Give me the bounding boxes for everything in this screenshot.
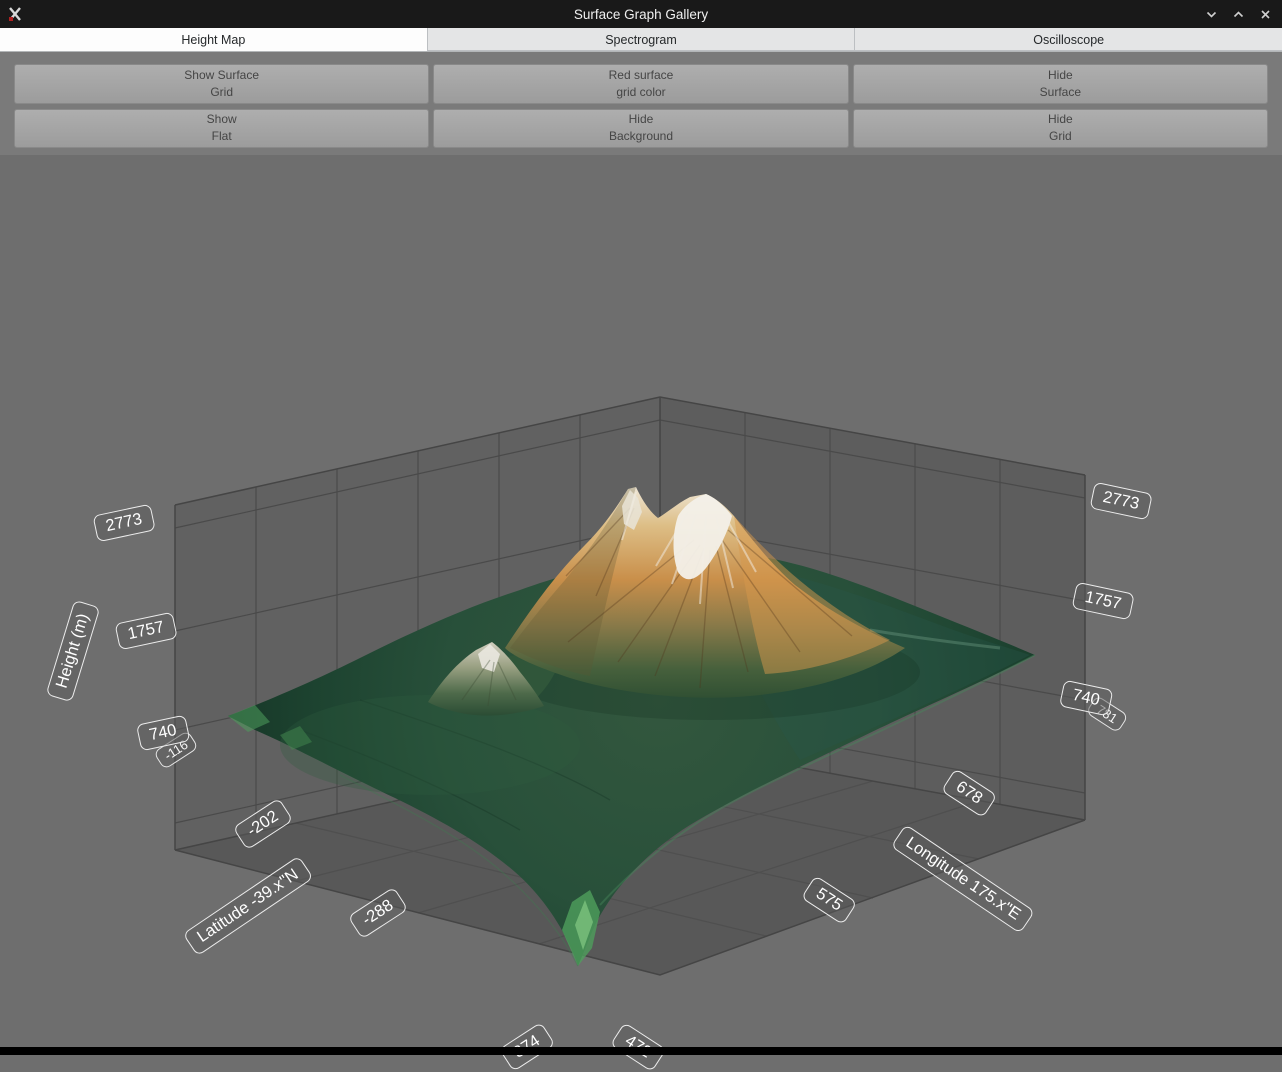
button-label: Flat bbox=[212, 128, 232, 145]
red-surface-grid-color-button[interactable]: Red surface grid color bbox=[433, 64, 848, 104]
button-label: Grid bbox=[210, 84, 233, 101]
surface-3d-render bbox=[0, 155, 1282, 1055]
surface-3d-viewport[interactable] bbox=[0, 155, 1282, 1055]
button-label: Grid bbox=[1049, 128, 1072, 145]
window-maximize-button[interactable] bbox=[1231, 7, 1245, 21]
button-label: Show bbox=[207, 111, 237, 128]
button-label: grid color bbox=[616, 84, 665, 101]
button-label: Hide bbox=[629, 111, 654, 128]
button-label: Background bbox=[609, 128, 673, 145]
tab-height-map[interactable]: Height Map bbox=[0, 28, 428, 51]
show-flat-button[interactable]: Show Flat bbox=[14, 109, 429, 149]
window-title: Surface Graph Gallery bbox=[0, 7, 1282, 22]
app-icon bbox=[7, 6, 23, 22]
window-titlebar[interactable]: Surface Graph Gallery bbox=[0, 0, 1282, 28]
close-icon bbox=[1259, 8, 1272, 21]
hide-background-button[interactable]: Hide Background bbox=[433, 109, 848, 149]
tab-bar: Height Map Spectrogram Oscilloscope bbox=[0, 28, 1282, 52]
control-button-panel: Show Surface Grid Red surface grid color… bbox=[0, 52, 1282, 155]
button-label: Show Surface bbox=[184, 67, 259, 84]
chevron-up-icon bbox=[1232, 8, 1245, 21]
button-label: Red surface bbox=[609, 67, 674, 84]
window-close-button[interactable] bbox=[1258, 7, 1272, 21]
hide-grid-button[interactable]: Hide Grid bbox=[853, 109, 1268, 149]
chevron-down-icon bbox=[1205, 8, 1218, 21]
button-label: Hide bbox=[1048, 67, 1073, 84]
show-surface-grid-button[interactable]: Show Surface Grid bbox=[14, 64, 429, 104]
hide-surface-button[interactable]: Hide Surface bbox=[853, 64, 1268, 104]
button-label: Surface bbox=[1040, 84, 1081, 101]
tab-oscilloscope[interactable]: Oscilloscope bbox=[855, 28, 1282, 51]
window-minimize-button[interactable] bbox=[1204, 7, 1218, 21]
tab-spectrogram[interactable]: Spectrogram bbox=[428, 28, 856, 51]
bottom-edge-strip bbox=[0, 1047, 1282, 1055]
button-label: Hide bbox=[1048, 111, 1073, 128]
